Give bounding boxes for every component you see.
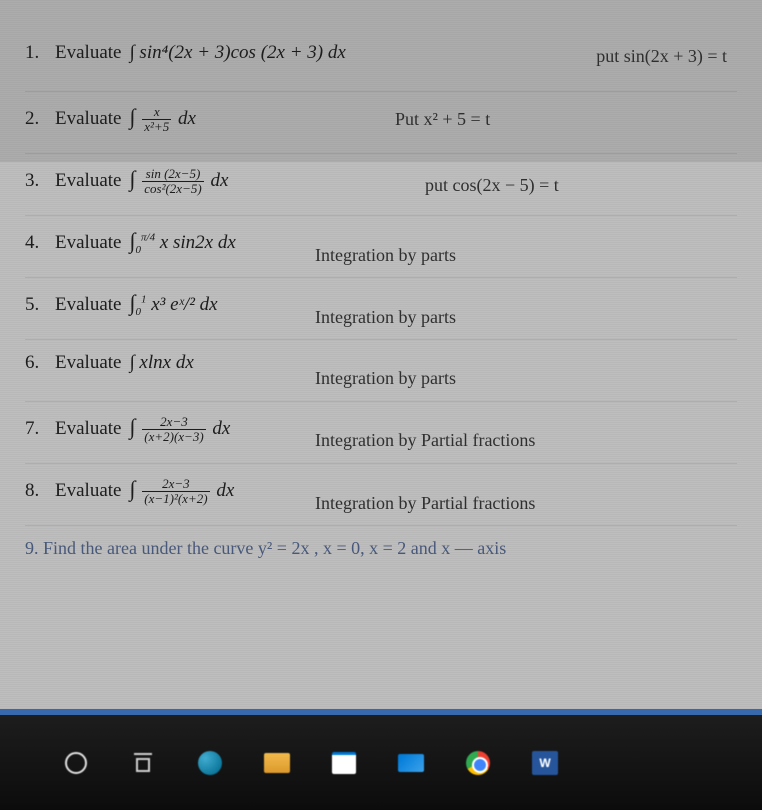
problem-hint: put cos(2x − 5) = t <box>425 175 559 196</box>
mail-icon[interactable] <box>395 747 427 779</box>
problem-number: 8. <box>25 480 55 502</box>
problem-number: 7. <box>25 418 55 440</box>
problem-number: 5. <box>25 294 55 316</box>
file-explorer-icon[interactable] <box>261 747 293 779</box>
problem-verb: Evaluate <box>55 108 121 130</box>
problem-hint: Integration by parts <box>315 245 456 266</box>
problem-hint: Put x² + 5 = t <box>395 109 490 130</box>
problem-number: 4. <box>25 232 55 254</box>
problem-hint: Integration by parts <box>315 307 456 328</box>
problem-expression: ∫ sin⁴(2x + 3)cos (2x + 3) dx <box>129 42 345 64</box>
problem-verb: Evaluate <box>55 294 121 316</box>
problem-hint: Integration by Partial fractions <box>315 493 535 514</box>
cutoff-problem: 9. Find the area under the curve y² = 2x… <box>25 526 737 571</box>
problem-verb: Evaluate <box>55 42 121 64</box>
problem-number: 3. <box>25 170 55 192</box>
problem-hint: Integration by parts <box>315 368 456 389</box>
problem-hint: put sin(2x + 3) = t <box>596 46 727 67</box>
store-icon[interactable] <box>328 747 360 779</box>
problem-verb: Evaluate <box>55 232 121 254</box>
problem-verb: Evaluate <box>55 480 121 502</box>
task-view-button[interactable] <box>127 747 159 779</box>
problem-number: 1. <box>25 42 55 64</box>
start-button[interactable] <box>60 747 92 779</box>
chrome-icon[interactable] <box>462 747 494 779</box>
word-icon[interactable]: W <box>529 747 561 779</box>
problem-row: 2. Evaluate ∫ xx²+5 dx <box>25 92 737 154</box>
problem-hint: Integration by Partial fractions <box>315 430 535 451</box>
problem-verb: Evaluate <box>55 352 121 374</box>
problem-number: 2. <box>25 108 55 130</box>
problem-verb: Evaluate <box>55 418 121 440</box>
problem-list: 1. Evaluate ∫ sin⁴(2x + 3)cos (2x + 3) d… <box>25 30 737 571</box>
document-viewport: 1. Evaluate ∫ sin⁴(2x + 3)cos (2x + 3) d… <box>0 0 762 810</box>
problem-row: 3. Evaluate ∫ sin (2x−5)cos²(2x−5) dx <box>25 154 737 216</box>
edge-browser-icon[interactable] <box>194 747 226 779</box>
problem-expression: ∫ xlnx dx <box>129 352 193 374</box>
windows-taskbar: W <box>0 715 762 810</box>
problem-verb: Evaluate <box>55 170 121 192</box>
problem-number: 6. <box>25 352 55 374</box>
